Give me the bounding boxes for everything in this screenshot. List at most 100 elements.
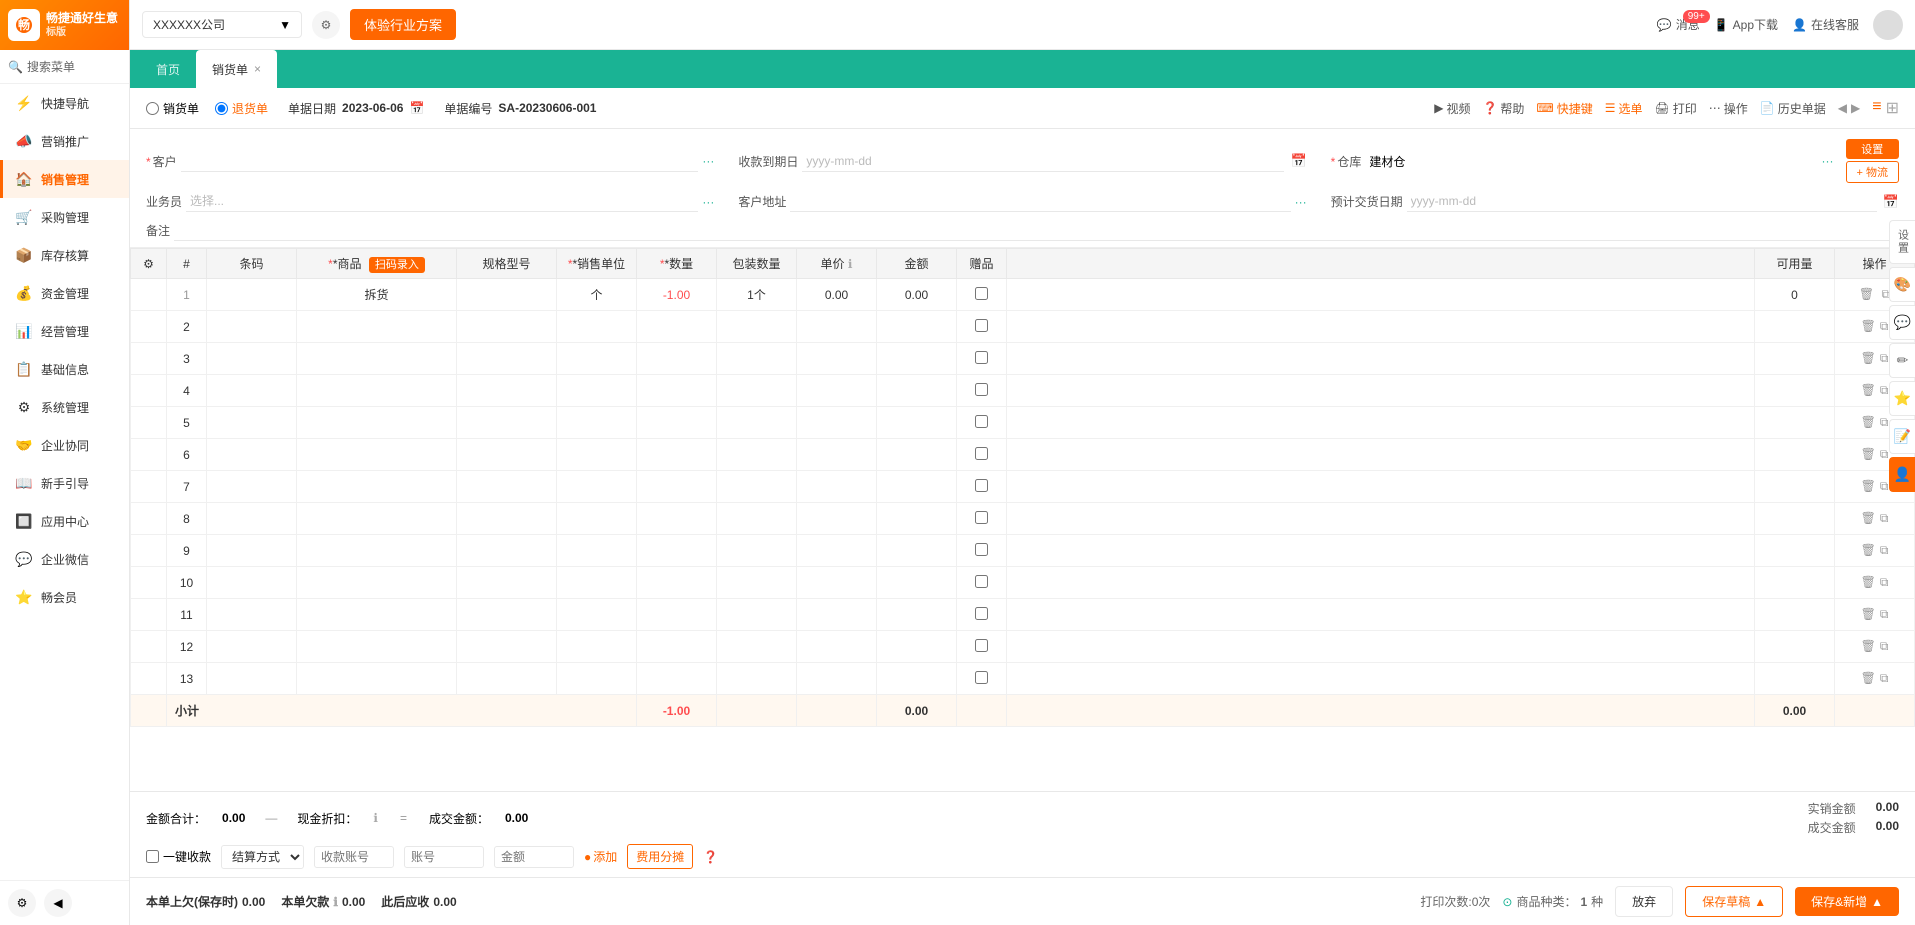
app-download-btn[interactable]: 📱 App下载 [1714, 16, 1778, 33]
overdue-help-icon[interactable]: ℹ [333, 895, 338, 909]
video-btn[interactable]: ▶ 视频 [1434, 100, 1470, 117]
discard-button[interactable]: 放弃 [1615, 886, 1673, 917]
prev-icon[interactable]: ◀ [1838, 101, 1847, 115]
payment-date-input[interactable] [802, 151, 1284, 172]
user-avatar[interactable] [1873, 10, 1903, 40]
radio-return-input[interactable] [215, 102, 228, 115]
sidebar-item-purchase[interactable]: 🛒 采购管理 [0, 198, 129, 236]
shortcut-btn[interactable]: ⌨ 快捷键 [1536, 100, 1592, 117]
delete-icon-5[interactable]: 🗑 [1861, 415, 1876, 429]
row-barcode-1[interactable] [207, 279, 297, 311]
gift-checkbox-10[interactable] [975, 575, 988, 588]
discount-info-icon[interactable]: ℹ [373, 811, 378, 825]
scan-btn[interactable]: 扫码录入 [369, 257, 425, 273]
message-btn[interactable]: 💬 消息 99+ [1657, 16, 1700, 33]
copy-icon-4[interactable]: ⧉ [1880, 383, 1889, 397]
help-btn[interactable]: ❓ 帮助 [1482, 100, 1524, 117]
print-btn[interactable]: 🖨 打印 [1655, 100, 1697, 117]
gift-checkbox-11[interactable] [975, 607, 988, 620]
account-sub-input[interactable] [404, 846, 484, 868]
customer-addr-expand-icon[interactable]: ··· [1295, 195, 1307, 209]
copy-icon-9[interactable]: ⧉ [1880, 543, 1889, 557]
sidebar-item-operation[interactable]: 📊 经营管理 [0, 312, 129, 350]
row-spec-1[interactable] [457, 279, 557, 311]
delete-icon-7[interactable]: 🗑 [1861, 479, 1876, 493]
tab-close-icon[interactable]: × [254, 62, 261, 76]
gift-checkbox-12[interactable] [975, 639, 988, 652]
copy-icon-2[interactable]: ⧉ [1880, 319, 1889, 333]
gift-checkbox-4[interactable] [975, 383, 988, 396]
customer-input[interactable] [181, 151, 699, 172]
copy-icon-12[interactable]: ⧉ [1880, 639, 1889, 653]
float-bookmark-btn[interactable]: ⭐ [1889, 381, 1915, 416]
float-skin-btn[interactable]: 🎨 [1889, 267, 1915, 302]
payment-cal-icon[interactable]: 📅 [1290, 153, 1306, 169]
delete-icon-10[interactable]: 🗑 [1861, 575, 1876, 589]
copy-icon-5[interactable]: ⧉ [1880, 415, 1889, 429]
sidebar-settings-btn[interactable]: ⚙ [8, 889, 36, 917]
remark-input[interactable] [174, 220, 1899, 241]
th-settings[interactable]: ⚙ [131, 249, 167, 279]
row-qty-1[interactable]: -1.00 [637, 279, 717, 311]
sidebar-item-member[interactable]: ⭐ 畅会员 [0, 578, 129, 616]
copy-icon-11[interactable]: ⧉ [1880, 607, 1889, 621]
expected-date-input[interactable] [1407, 191, 1877, 212]
settings-quick-btn[interactable]: 设置 [1846, 139, 1899, 159]
delete-icon-4[interactable]: 🗑 [1861, 383, 1876, 397]
delete-icon-13[interactable]: 🗑 [1861, 671, 1876, 685]
copy-icon-8[interactable]: ⧉ [1880, 511, 1889, 525]
salesperson-input[interactable] [186, 191, 698, 212]
gift-checkbox-3[interactable] [975, 351, 988, 364]
next-icon[interactable]: ▶ [1851, 101, 1860, 115]
sidebar-item-basic[interactable]: 📋 基础信息 [0, 350, 129, 388]
sidebar-item-shortcut[interactable]: ⚡ 快捷导航 [0, 84, 129, 122]
radio-sale[interactable]: 销货单 [146, 100, 199, 117]
expense-split-btn[interactable]: 费用分摊 [627, 844, 693, 869]
tab-home[interactable]: 首页 [140, 50, 196, 88]
float-edit-btn[interactable]: 📝 [1889, 419, 1915, 454]
calc-method-select[interactable]: 结算方式 [221, 845, 304, 869]
sidebar-item-enterprise[interactable]: 🤝 企业协同 [0, 426, 129, 464]
sidebar-item-guide[interactable]: 📖 新手引导 [0, 464, 129, 502]
gift-checkbox-7[interactable] [975, 479, 988, 492]
delete-icon-9[interactable]: 🗑 [1861, 543, 1876, 557]
copy-icon-13[interactable]: ⧉ [1880, 671, 1889, 685]
grid-view-icon[interactable]: ⊞ [1886, 98, 1899, 118]
history-btn[interactable]: 📄 历史单据 [1760, 100, 1826, 117]
float-feedback-btn[interactable]: 💬 [1889, 305, 1915, 340]
logistics-btn[interactable]: + 物流 [1846, 161, 1899, 183]
delete-icon-1[interactable]: 🗑 [1859, 287, 1874, 301]
sidebar-item-wechat[interactable]: 💬 企业微信 [0, 540, 129, 578]
add-payment-btn[interactable]: ● 添加 [584, 848, 617, 865]
one-click-pay-check[interactable]: 一键收款 [146, 848, 211, 865]
customer-addr-input[interactable] [790, 191, 1290, 212]
warehouse-expand-icon[interactable]: ··· [1822, 154, 1834, 168]
global-settings-btn[interactable]: ⚙ [312, 11, 340, 39]
calendar-icon[interactable]: 📅 [409, 101, 424, 115]
expected-cal-icon[interactable]: 📅 [1883, 194, 1899, 210]
sidebar-search[interactable]: 🔍 搜索菜单 [0, 50, 129, 84]
sidebar-item-marketing[interactable]: 📣 营销推广 [0, 122, 129, 160]
list-view-icon[interactable]: ≡ [1872, 98, 1881, 118]
copy-icon-6[interactable]: ⧉ [1880, 447, 1889, 461]
tab-sale-order[interactable]: 销货单 × [196, 50, 277, 88]
sidebar-item-apps[interactable]: 🔲 应用中心 [0, 502, 129, 540]
sidebar-item-system[interactable]: ⚙ 系统管理 [0, 388, 129, 426]
gift-checkbox-8[interactable] [975, 511, 988, 524]
sidebar-item-finance[interactable]: 💰 资金管理 [0, 274, 129, 312]
copy-icon-7[interactable]: ⧉ [1880, 479, 1889, 493]
delete-icon-12[interactable]: 🗑 [1861, 639, 1876, 653]
copy-icon-10[interactable]: ⧉ [1880, 575, 1889, 589]
float-annotate-btn[interactable]: ✏ [1889, 343, 1915, 378]
sidebar-item-inventory[interactable]: 📦 库存核算 [0, 236, 129, 274]
delete-icon-8[interactable]: 🗑 [1861, 511, 1876, 525]
product-count-icon[interactable]: ⊙ [1502, 895, 1512, 909]
gift-checkbox-1[interactable] [975, 287, 988, 300]
delete-icon-11[interactable]: 🗑 [1861, 607, 1876, 621]
expense-help-icon[interactable]: ❓ [703, 850, 718, 864]
radio-return[interactable]: 退货单 [215, 100, 268, 117]
sidebar-item-sales[interactable]: 🏠 销售管理 [0, 160, 129, 198]
company-selector[interactable]: XXXXXX公司 ▼ [142, 11, 302, 38]
radio-sale-input[interactable] [146, 102, 159, 115]
gift-checkbox-6[interactable] [975, 447, 988, 460]
